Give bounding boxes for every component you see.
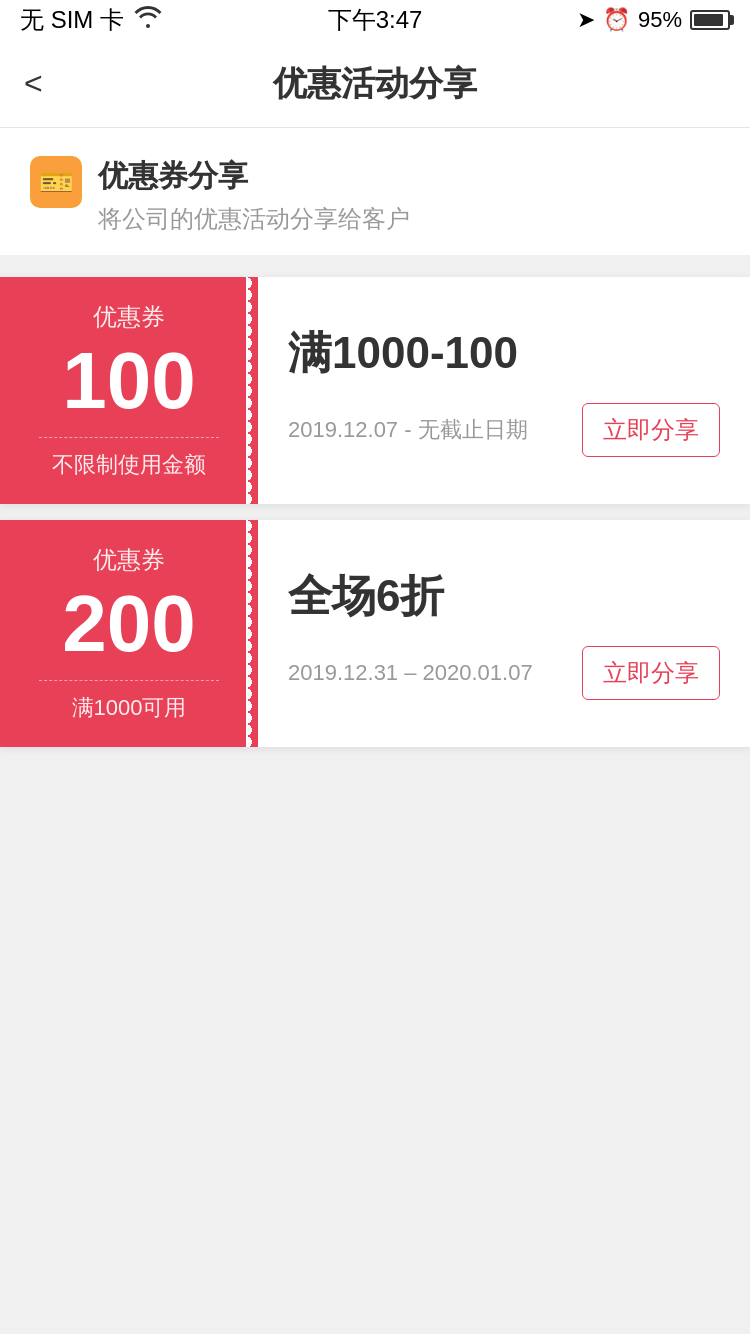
coupon-meta-1: 2019.12.07 - 无截止日期 立即分享 <box>288 403 720 457</box>
coupon-left-1: 优惠券 100 不限制使用金额 <box>0 277 258 504</box>
page-title: 优惠活动分享 <box>273 61 477 107</box>
coupon-label-1: 优惠券 <box>93 301 165 333</box>
coupon-condition-1: 不限制使用金额 <box>52 450 206 480</box>
coupon-right-2: 全场6折 2019.12.31 – 2020.01.07 立即分享 <box>258 520 750 747</box>
coupon-amount-1: 100 <box>62 341 195 421</box>
carrier-text: 无 SIM 卡 <box>20 4 124 36</box>
battery-percent: 95% <box>638 7 682 33</box>
coupon-left-2: 优惠券 200 满1000可用 <box>0 520 258 747</box>
section-subtitle: 将公司的优惠活动分享给客户 <box>98 203 410 235</box>
coupon-card-2: 优惠券 200 满1000可用 全场6折 2019.12.31 – 2020.0… <box>0 520 750 747</box>
alarm-icon: ⏰ <box>603 7 630 33</box>
status-bar: 无 SIM 卡 下午3:47 ➤ ⏰ 95% <box>0 0 750 40</box>
wifi-icon <box>134 6 162 34</box>
location-icon: ➤ <box>577 7 595 33</box>
coupon-title-1: 满1000-100 <box>288 324 720 383</box>
coupon-date-2: 2019.12.31 – 2020.01.07 <box>288 660 533 686</box>
status-time: 下午3:47 <box>328 4 423 36</box>
status-left: 无 SIM 卡 <box>20 4 162 36</box>
coupon-card-1: 优惠券 100 不限制使用金额 满1000-100 2019.12.07 - 无… <box>0 277 750 504</box>
status-right: ➤ ⏰ 95% <box>577 7 730 33</box>
section-title: 优惠券分享 <box>98 156 410 197</box>
back-button[interactable]: < <box>24 65 43 102</box>
coupon-meta-2: 2019.12.31 – 2020.01.07 立即分享 <box>288 646 720 700</box>
section-header: 🎫 优惠券分享 将公司的优惠活动分享给客户 <box>0 128 750 255</box>
coupon-condition-2: 满1000可用 <box>72 693 187 723</box>
coupon-amount-2: 200 <box>62 584 195 664</box>
share-button-2[interactable]: 立即分享 <box>582 646 720 700</box>
empty-area <box>0 767 750 1334</box>
coupons-area: 优惠券 100 不限制使用金额 满1000-100 2019.12.07 - 无… <box>0 257 750 767</box>
coupon-date-1: 2019.12.07 - 无截止日期 <box>288 415 528 445</box>
section-text: 优惠券分享 将公司的优惠活动分享给客户 <box>98 156 410 235</box>
coupon-right-1: 满1000-100 2019.12.07 - 无截止日期 立即分享 <box>258 277 750 504</box>
share-button-1[interactable]: 立即分享 <box>582 403 720 457</box>
coupon-title-2: 全场6折 <box>288 567 720 626</box>
coupon-divider-2 <box>39 680 220 681</box>
coupon-divider-1 <box>39 437 220 438</box>
battery-indicator <box>690 10 730 30</box>
section-icon: 🎫 <box>30 156 82 208</box>
nav-bar: < 优惠活动分享 <box>0 40 750 128</box>
coupon-label-2: 优惠券 <box>93 544 165 576</box>
